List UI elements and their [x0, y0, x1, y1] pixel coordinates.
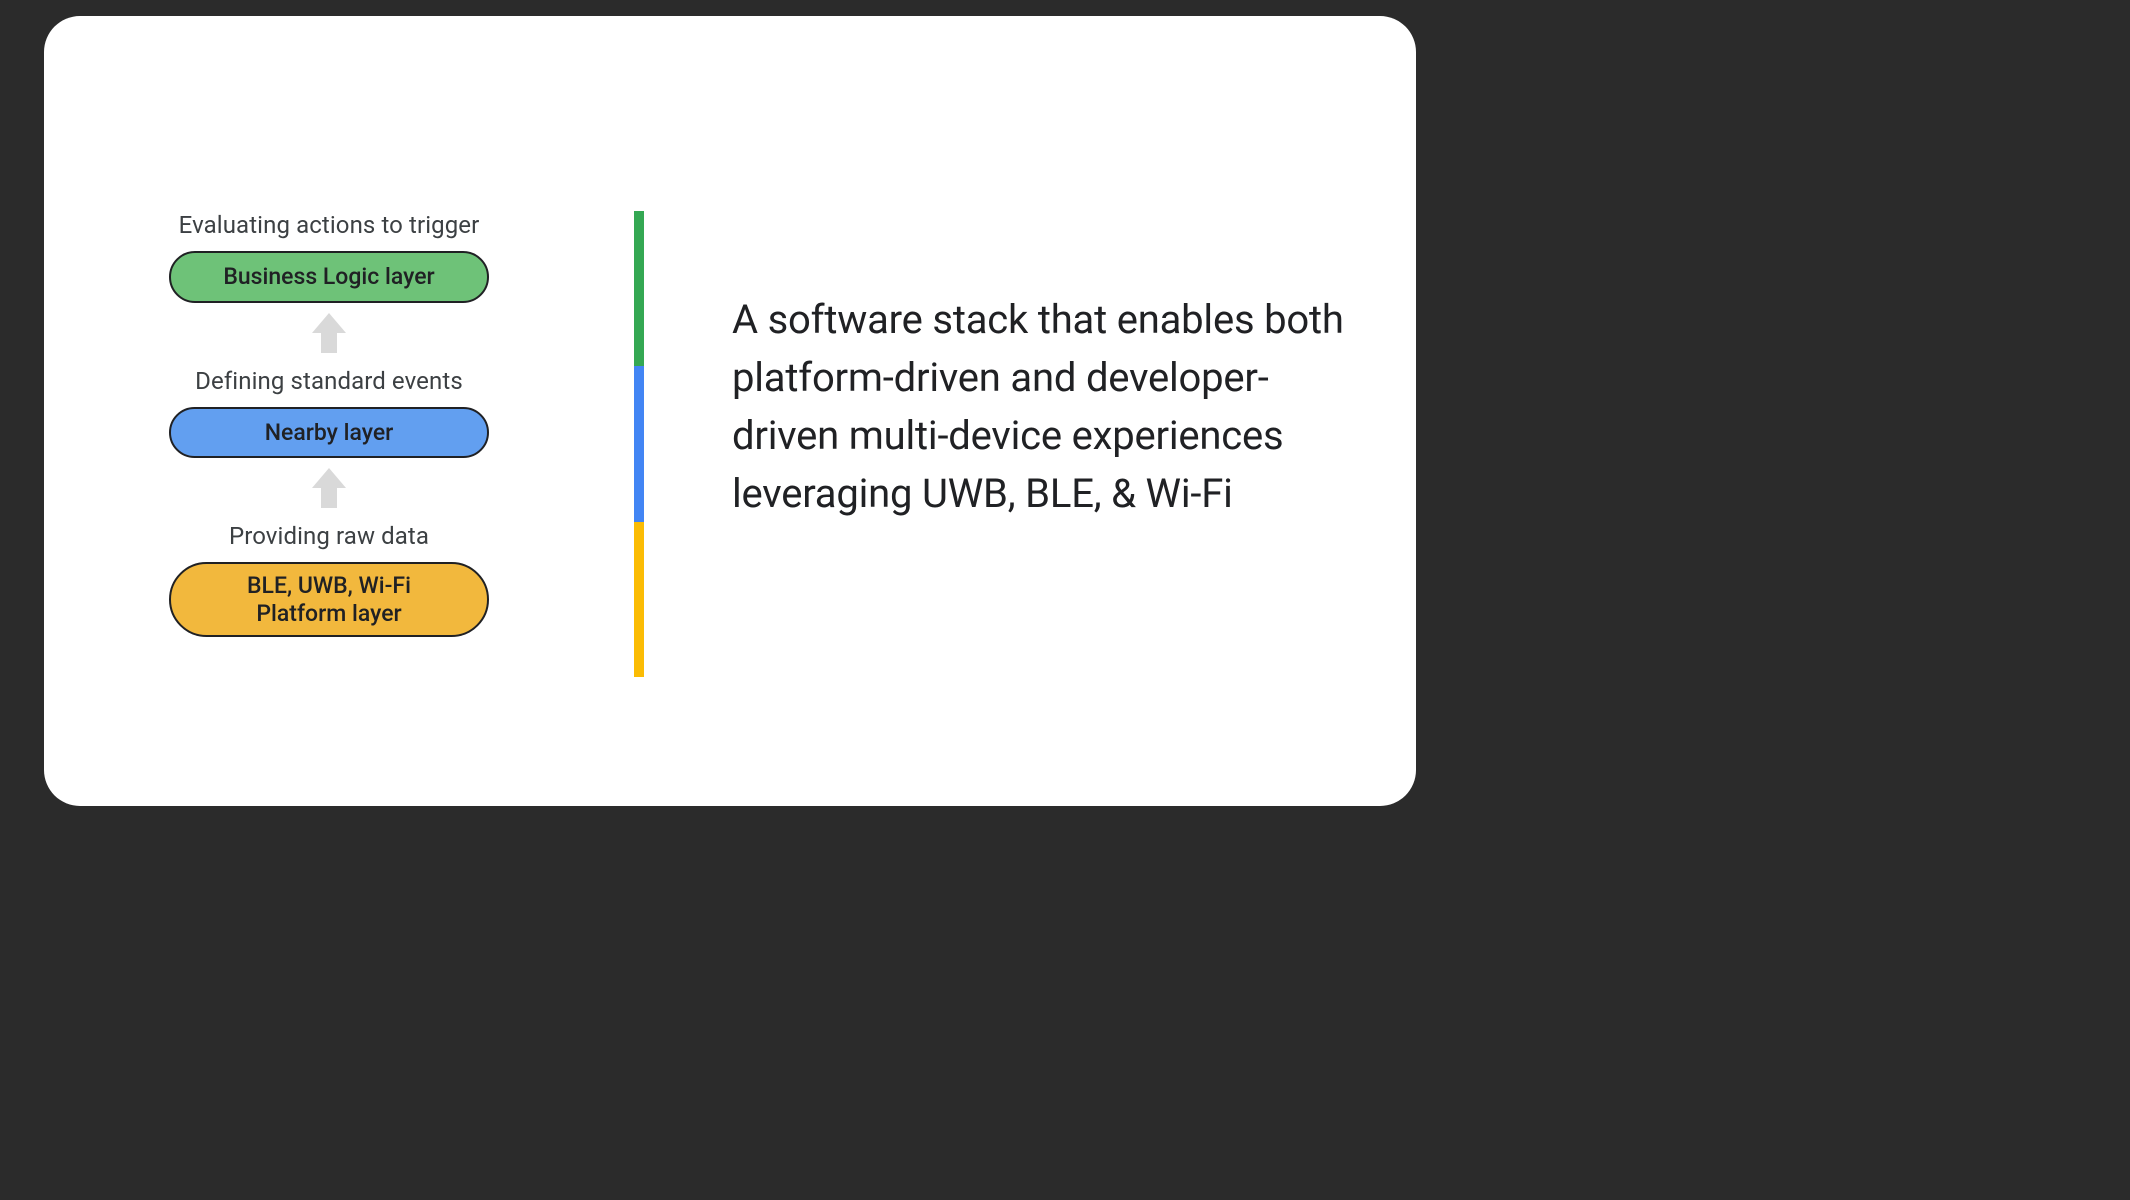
description-column: A software stack that enables both platf… [732, 291, 1372, 523]
layer-group-business-logic: Evaluating actions to trigger Business L… [169, 211, 489, 303]
layer-pill-nearby: Nearby layer [169, 407, 489, 459]
pill-line: Platform layer [256, 600, 401, 627]
layer-pill-business-logic: Business Logic layer [169, 251, 489, 303]
layer-caption: Providing raw data [229, 522, 429, 550]
pill-line: BLE, UWB, Wi-Fi [247, 572, 411, 599]
color-divider [634, 211, 644, 677]
layer-caption: Defining standard events [195, 367, 463, 395]
divider-seg-yellow [634, 522, 644, 677]
arrow-up-icon [312, 468, 346, 508]
layer-stack-column: Evaluating actions to trigger Business L… [44, 16, 614, 806]
layer-caption: Evaluating actions to trigger [179, 211, 480, 239]
divider-seg-blue [634, 366, 644, 521]
slide-card: Evaluating actions to trigger Business L… [44, 16, 1416, 806]
layer-group-nearby: Defining standard events Nearby layer [169, 367, 489, 459]
arrow-up-icon [312, 313, 346, 353]
layer-group-platform: Providing raw data BLE, UWB, Wi-Fi Platf… [169, 522, 489, 637]
description-text: A software stack that enables both platf… [732, 291, 1372, 523]
layer-pill-platform: BLE, UWB, Wi-Fi Platform layer [169, 562, 489, 637]
divider-seg-green [634, 211, 644, 366]
